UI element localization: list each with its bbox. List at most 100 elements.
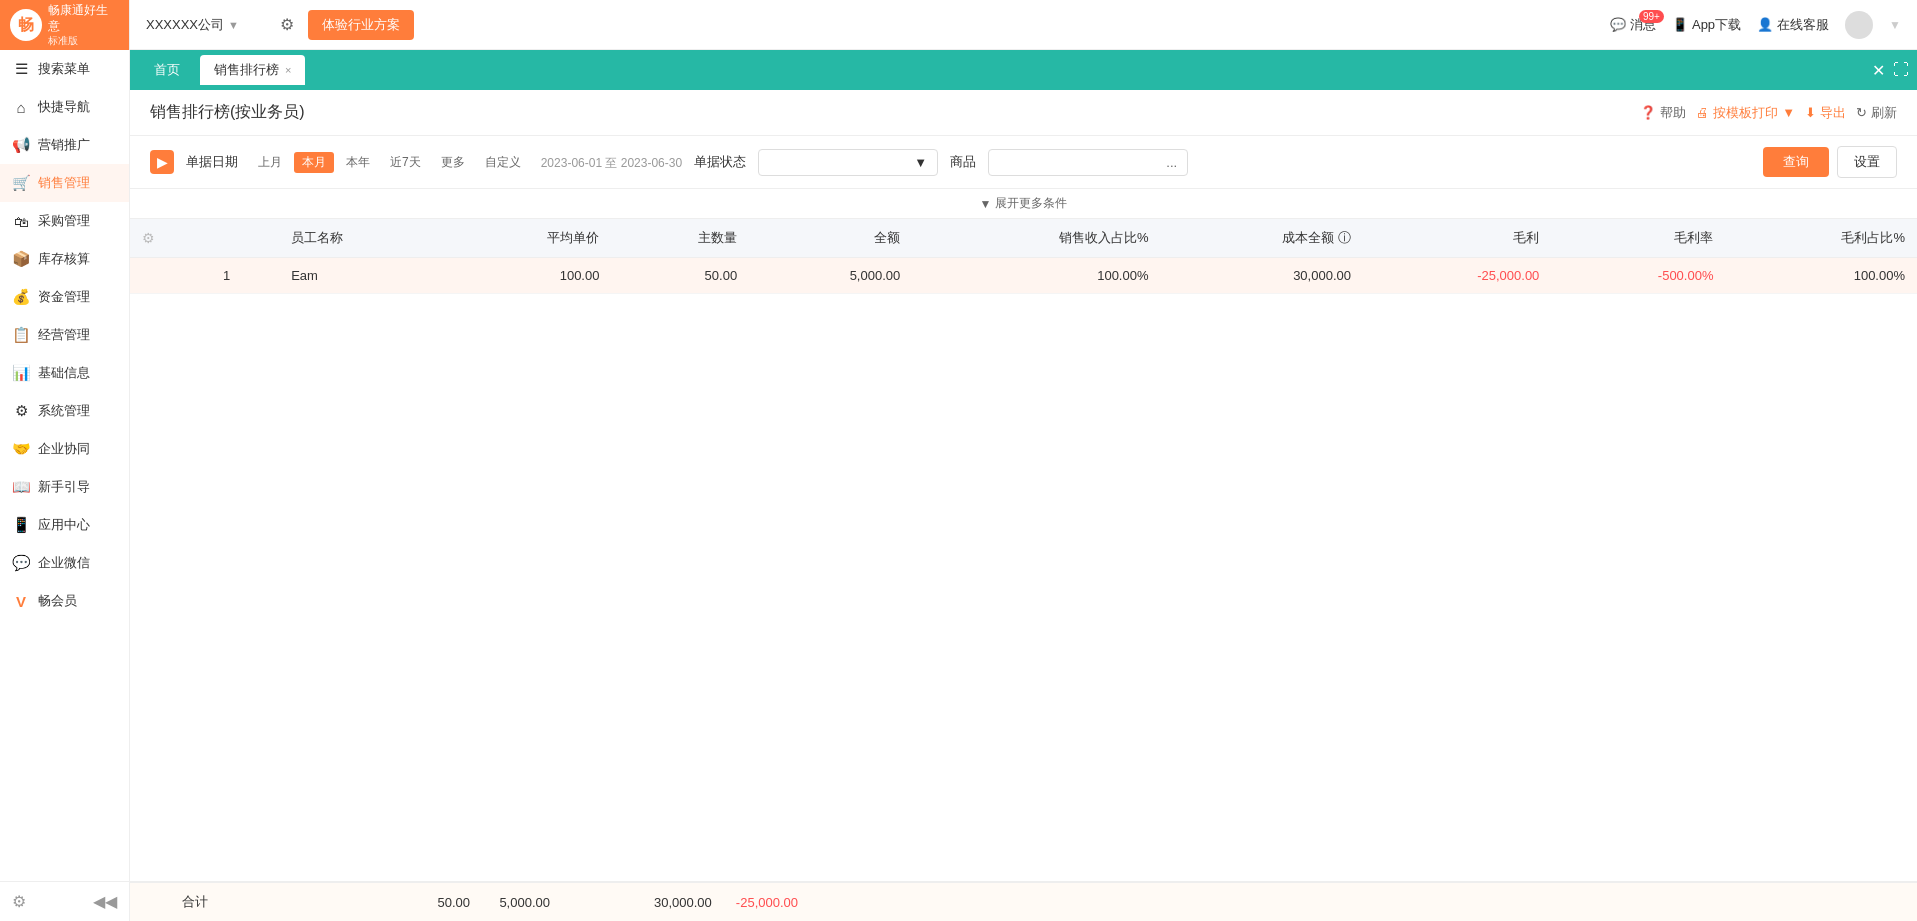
total-cost-amount: 30,000.00 [642, 895, 724, 910]
purchase-icon: 🛍 [12, 213, 30, 230]
message-icon: 💬 [1610, 17, 1626, 32]
message-btn[interactable]: 💬 消息 99+ [1610, 16, 1656, 34]
sidebar-item-member[interactable]: V 畅会员 [0, 582, 129, 620]
print-icon: 🖨 [1696, 105, 1709, 120]
sidebar-item-marketing[interactable]: 📢 营销推广 [0, 126, 129, 164]
sales-ranking-table: ⚙ 员工名称 平均单价 主数量 全额 销售收入占比% 成本全额 ⓘ 毛利 毛利率… [130, 219, 1917, 294]
expand-more-row: ▼ 展开更多条件 [130, 189, 1917, 219]
date-tab-this-year[interactable]: 本年 [338, 152, 378, 173]
row-employee-name: Eam [279, 258, 445, 294]
refresh-icon: ↻ [1856, 105, 1867, 120]
sidebar-item-purchase[interactable]: 🛍 采购管理 [0, 202, 129, 240]
main-area: XXXXXX公司 ▼ ⚙ 体验行业方案 💬 消息 99+ 📱 App下载 👤 在… [130, 0, 1917, 921]
page-title: 销售排行榜(按业务员) [150, 102, 305, 123]
inventory-icon: 📦 [12, 250, 30, 268]
col-sales-pct: 销售收入占比% [912, 219, 1160, 258]
window-expand-icon[interactable]: ⛶ [1893, 61, 1909, 80]
total-values: 50.00 5,000.00 30,000.00 -25,000.00 [322, 895, 1905, 910]
message-badge: 99+ [1639, 10, 1664, 23]
total-amount: 5,000.00 [482, 895, 562, 910]
refresh-btn[interactable]: ↻ 刷新 [1856, 104, 1897, 122]
industry-btn[interactable]: 体验行业方案 [308, 10, 414, 40]
row-rank: 1 [211, 258, 279, 294]
total-gross-pct [890, 895, 970, 910]
marketing-icon: 📢 [12, 136, 30, 154]
sidebar-item-quick-nav[interactable]: ⌂ 快捷导航 [0, 88, 129, 126]
tab-right-actions: ✕ ⛶ [1872, 61, 1909, 80]
date-range-display: 2023-06-01 至 2023-06-30 [541, 155, 682, 172]
user-name-btn[interactable]: ▼ [1889, 18, 1901, 32]
sidebar-item-system[interactable]: ⚙ 系统管理 [0, 392, 129, 430]
chevron-down-icon: ▼ [980, 197, 992, 211]
user-avatar[interactable] [1845, 11, 1873, 39]
app-center-icon: 📱 [12, 516, 30, 534]
template-print-btn[interactable]: 🖨 按模板打印 ▼ [1696, 104, 1795, 122]
sidebar-item-wechat[interactable]: 💬 企业微信 [0, 544, 129, 582]
tab-home[interactable]: 首页 [138, 53, 196, 87]
date-tab-last-7[interactable]: 近7天 [382, 152, 429, 173]
date-label: 单据日期 [186, 153, 238, 171]
row-gross-pct: 100.00% [1725, 258, 1917, 294]
col-cost-amount: 成本全额 ⓘ [1161, 219, 1363, 258]
company-selector[interactable]: XXXXXX公司 ▼ [146, 16, 266, 34]
tab-sales-ranking[interactable]: 销售排行榜 × [200, 55, 305, 85]
window-close-icon[interactable]: ✕ [1872, 61, 1885, 80]
expand-more-btn[interactable]: ▼ 展开更多条件 [980, 195, 1068, 212]
sidebar-item-guide[interactable]: 📖 新手引导 [0, 468, 129, 506]
date-tab-more[interactable]: 更多 [433, 152, 473, 173]
col-avg-price: 平均单价 [445, 219, 611, 258]
row-main-qty: 50.00 [611, 258, 749, 294]
row-sales-pct: 100.00% [912, 258, 1160, 294]
goods-input[interactable]: ... [988, 149, 1188, 176]
sidebar-item-search-order[interactable]: ☰ 搜索菜单 [0, 50, 129, 88]
row-avg-price: 100.00 [445, 258, 611, 294]
sidebar-item-operations[interactable]: 📋 经营管理 [0, 316, 129, 354]
chevron-down-icon: ▼ [1782, 105, 1795, 120]
tab-close-icon[interactable]: × [285, 64, 291, 76]
export-icon: ⬇ [1805, 105, 1816, 120]
finance-icon: 💰 [12, 288, 30, 306]
query-button[interactable]: 查询 [1763, 147, 1829, 177]
settings-button[interactable]: 设置 [1837, 146, 1897, 178]
export-btn[interactable]: ⬇ 导出 [1805, 104, 1846, 122]
row-settings [130, 258, 211, 294]
row-gross-rate: -500.00% [1551, 258, 1725, 294]
system-icon: ⚙ [12, 402, 30, 420]
table-header-row: ⚙ 员工名称 平均单价 主数量 全额 销售收入占比% 成本全额 ⓘ 毛利 毛利率… [130, 219, 1917, 258]
chevron-down-icon: ▼ [1889, 18, 1901, 32]
phone-icon: 📱 [1672, 17, 1688, 32]
sidebar-item-basic-info[interactable]: 📊 基础信息 [0, 354, 129, 392]
page-header: 销售排行榜(按业务员) ❓ 帮助 🖨 按模板打印 ▼ ⬇ 导出 ↻ 刷新 [130, 90, 1917, 136]
sidebar-item-inventory[interactable]: 📦 库存核算 [0, 240, 129, 278]
sidebar-settings-btn[interactable]: ⚙ [12, 892, 26, 911]
sidebar-collapse-btn[interactable]: ◀◀ [93, 892, 117, 911]
date-tab-this-month[interactable]: 本月 [294, 152, 334, 173]
tab-bar: 首页 销售排行榜 × ✕ ⛶ [130, 50, 1917, 90]
app-download-btn[interactable]: 📱 App下载 [1672, 16, 1741, 34]
home-icon: ⌂ [12, 99, 30, 116]
total-main-qty: 50.00 [402, 895, 482, 910]
status-select[interactable]: ▼ [758, 149, 938, 176]
header-settings-icon[interactable]: ⚙ [280, 15, 294, 34]
col-main-qty: 主数量 [611, 219, 749, 258]
sidebar-item-finance[interactable]: 💰 资金管理 [0, 278, 129, 316]
table-footer: 合计 50.00 5,000.00 30,000.00 -25,000.00 [130, 881, 1917, 921]
filter-expand-arrow[interactable]: ▶ [150, 150, 174, 174]
chevron-down-icon: ▼ [228, 19, 239, 31]
online-service-btn[interactable]: 👤 在线客服 [1757, 16, 1829, 34]
sidebar-item-sales[interactable]: 🛒 销售管理 [0, 164, 129, 202]
help-icon: ❓ [1640, 105, 1656, 120]
content-area: 销售排行榜(按业务员) ❓ 帮助 🖨 按模板打印 ▼ ⬇ 导出 ↻ 刷新 [130, 90, 1917, 921]
date-tabs: 上月 本月 本年 近7天 更多 自定义 [250, 152, 529, 173]
col-gross-rate: 毛利率 [1551, 219, 1725, 258]
operations-icon: 📋 [12, 326, 30, 344]
sidebar-item-app-center[interactable]: 📱 应用中心 [0, 506, 129, 544]
help-btn[interactable]: ❓ 帮助 [1640, 104, 1686, 122]
date-tab-last-month[interactable]: 上月 [250, 152, 290, 173]
col-settings[interactable]: ⚙ [130, 219, 211, 258]
sidebar-item-enterprise[interactable]: 🤝 企业协同 [0, 430, 129, 468]
table-row: 1 Eam 100.00 50.00 5,000.00 100.00% 30,0… [130, 258, 1917, 294]
col-gross-profit: 毛利 [1363, 219, 1551, 258]
sidebar-logo: 畅 畅康通好生意 标准版 [0, 0, 129, 50]
date-tab-custom[interactable]: 自定义 [477, 152, 529, 173]
